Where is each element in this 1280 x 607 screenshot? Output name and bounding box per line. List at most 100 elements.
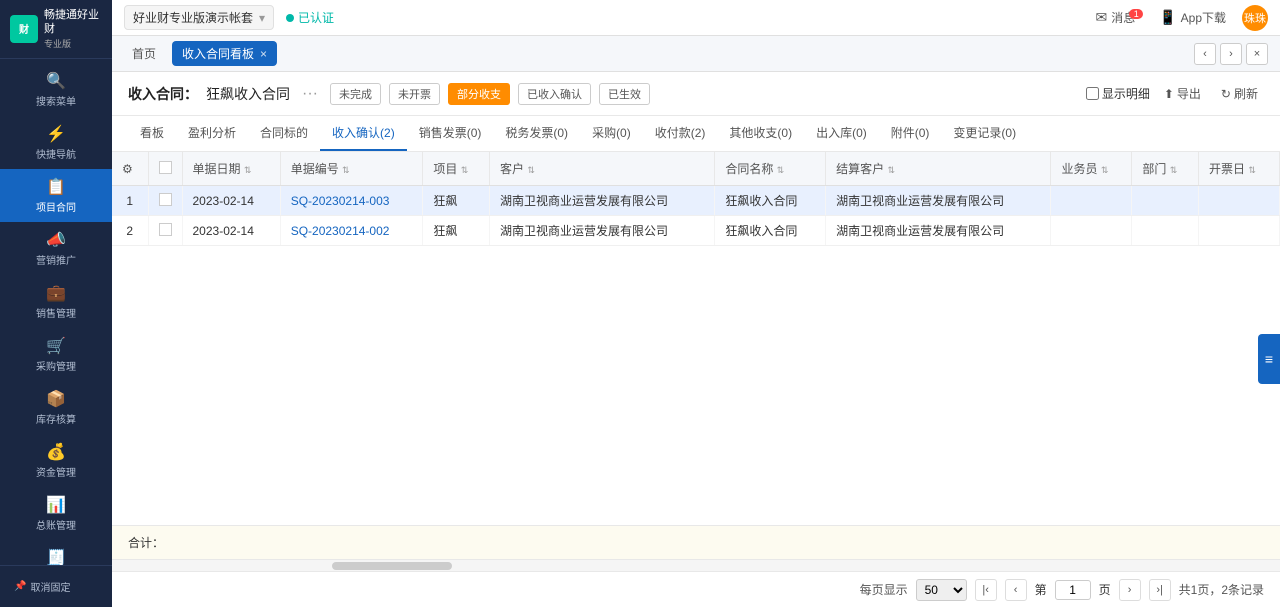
last-page-button[interactable]: ›| bbox=[1149, 579, 1171, 601]
row-code-link-2[interactable]: SQ-20230214-002 bbox=[291, 224, 390, 238]
row-code-1[interactable]: SQ-20230214-003 bbox=[280, 186, 423, 216]
row-checkbox-1[interactable] bbox=[148, 186, 182, 216]
dept-column-header[interactable]: 部门 ⇅ bbox=[1132, 152, 1199, 186]
per-page-select[interactable]: 50 100 200 bbox=[916, 579, 967, 601]
sidebar-item-sales[interactable]: 💼 销售管理 bbox=[0, 275, 112, 328]
first-page-button[interactable]: |‹ bbox=[975, 579, 997, 601]
date-column-header[interactable]: 单据日期 ⇅ bbox=[182, 152, 280, 186]
table-header-row: ⚙ 单据日期 ⇅ 单据编号 ⇅ bbox=[112, 152, 1280, 186]
close-tab-button[interactable]: × bbox=[260, 47, 267, 61]
refresh-button[interactable]: ↻ 刷新 bbox=[1215, 82, 1264, 105]
sidebar-item-project[interactable]: 📋 项目合同 bbox=[0, 169, 112, 222]
unpin-button[interactable]: 📌 取消固定 bbox=[8, 574, 104, 599]
sub-tab-kanban[interactable]: 看板 bbox=[128, 116, 176, 151]
sidebar-item-search[interactable]: 🔍 搜索菜单 bbox=[0, 63, 112, 116]
next-page-button[interactable]: › bbox=[1119, 579, 1141, 601]
logo-name: 畅捷通好业财 bbox=[44, 8, 102, 37]
home-tab[interactable]: 首页 bbox=[124, 45, 164, 62]
sub-tab-warehouse[interactable]: 出入库(0) bbox=[804, 116, 879, 151]
sidebar-item-finance[interactable]: 💰 资金管理 bbox=[0, 434, 112, 487]
purchase-icon: 🛒 bbox=[46, 336, 66, 356]
row-contract-1: 狂飙收入合同 bbox=[715, 186, 826, 216]
marketing-icon: 📣 bbox=[46, 230, 66, 250]
sub-tab-payment[interactable]: 收付款(2) bbox=[643, 116, 718, 151]
next-tab-button[interactable]: › bbox=[1220, 43, 1242, 65]
table-row[interactable]: 1 2023-02-14 SQ-20230214-003 狂飙 湖南卫视商业运营… bbox=[112, 186, 1280, 216]
prev-page-button[interactable]: ‹ bbox=[1005, 579, 1027, 601]
contract-column-header[interactable]: 合同名称 ⇅ bbox=[715, 152, 826, 186]
status-wkp-button[interactable]: 未开票 bbox=[389, 83, 440, 105]
settings-column-header[interactable]: ⚙ bbox=[112, 152, 148, 186]
horizontal-scrollbar[interactable] bbox=[112, 559, 1280, 571]
sub-tab-other[interactable]: 其他收支(0) bbox=[717, 116, 804, 151]
sidebar-item-invoice[interactable]: 🧾 发票管理 bbox=[0, 540, 112, 565]
sub-tab-changes[interactable]: 变更记录(0) bbox=[941, 116, 1028, 151]
sub-tab-sales-invoice[interactable]: 销售发票(0) bbox=[407, 116, 494, 151]
scrollbar-thumb[interactable] bbox=[332, 562, 452, 570]
sidebar-item-purchase[interactable]: 🛒 采购管理 bbox=[0, 328, 112, 381]
close-tab-nav-button[interactable]: × bbox=[1246, 43, 1268, 65]
salesman-column-header[interactable]: 业务员 ⇅ bbox=[1051, 152, 1132, 186]
row-customer-1: 湖南卫视商业运营发展有限公司 bbox=[490, 186, 715, 216]
sidebar-item-marketing-label: 营销推广 bbox=[36, 252, 76, 267]
page-title-name: 狂飙收入合同 bbox=[206, 84, 290, 104]
sub-tab-income-confirm[interactable]: 收入确认(2) bbox=[320, 116, 407, 151]
row-check-icon-1[interactable] bbox=[159, 193, 172, 206]
sidebar-item-finance-label: 资金管理 bbox=[36, 464, 76, 479]
sidebar-item-ledger[interactable]: 📊 总账管理 bbox=[0, 487, 112, 540]
row-index-1: 1 bbox=[112, 186, 148, 216]
sidebar-item-inventory-label: 库存核算 bbox=[36, 411, 76, 426]
show-detail-checkbox-input[interactable] bbox=[1086, 87, 1099, 100]
code-sort-icon: ⇅ bbox=[342, 165, 350, 175]
row-project-1: 狂飙 bbox=[423, 186, 490, 216]
settle-customer-column-header[interactable]: 结算客户 ⇅ bbox=[826, 152, 1051, 186]
code-column-header[interactable]: 单据编号 ⇅ bbox=[280, 152, 423, 186]
sub-tab-tax-invoice[interactable]: 税务发票(0) bbox=[493, 116, 580, 151]
table-row[interactable]: 2 2023-02-14 SQ-20230214-002 狂飙 湖南卫视商业运营… bbox=[112, 216, 1280, 246]
sub-tab-attachment[interactable]: 附件(0) bbox=[879, 116, 942, 151]
user-avatar[interactable]: 珠珠 bbox=[1242, 5, 1268, 31]
sub-tab-contract-target[interactable]: 合同标的 bbox=[248, 116, 320, 151]
sidebar: 财 畅捷通好业财 专业版 🔍 搜索菜单 ⚡ 快捷导航 📋 项目合同 📣 营销推广… bbox=[0, 0, 112, 607]
message-button[interactable]: ✉ 消息 1 bbox=[1095, 9, 1143, 26]
sidebar-item-quick[interactable]: ⚡ 快捷导航 bbox=[0, 116, 112, 169]
project-icon: 📋 bbox=[46, 177, 66, 197]
show-detail-toggle[interactable]: 显示明细 bbox=[1086, 85, 1150, 102]
company-selector[interactable]: 好业财专业版演示帐套 ▾ bbox=[124, 5, 274, 30]
sales-icon: 💼 bbox=[46, 283, 66, 303]
sidebar-item-sales-label: 销售管理 bbox=[36, 305, 76, 320]
opendate-column-label: 开票日 bbox=[1209, 162, 1245, 176]
inventory-icon: 📦 bbox=[46, 389, 66, 409]
customer-column-header[interactable]: 客户 ⇅ bbox=[490, 152, 715, 186]
row-check-icon-2[interactable] bbox=[159, 223, 172, 236]
row-checkbox-2[interactable] bbox=[148, 216, 182, 246]
export-button[interactable]: ⬆ 导出 bbox=[1158, 82, 1207, 105]
row-code-2[interactable]: SQ-20230214-002 bbox=[280, 216, 423, 246]
sidebar-item-ledger-label: 总账管理 bbox=[36, 517, 76, 532]
status-wc-button[interactable]: 未完成 bbox=[330, 83, 381, 105]
contract-sort-icon: ⇅ bbox=[777, 165, 785, 175]
sub-tab-profit[interactable]: 盈利分析 bbox=[176, 116, 248, 151]
sidebar-item-inventory[interactable]: 📦 库存核算 bbox=[0, 381, 112, 434]
app-download-label: App下载 bbox=[1181, 9, 1226, 26]
status-ysx-button[interactable]: 已生效 bbox=[599, 83, 650, 105]
table-container[interactable]: ⚙ 单据日期 ⇅ 单据编号 ⇅ bbox=[112, 152, 1280, 525]
topbar: 好业财专业版演示帐套 ▾ 已认证 ✉ 消息 1 📱 App下载 珠珠 bbox=[112, 0, 1280, 36]
sub-tab-purchase[interactable]: 采购(0) bbox=[580, 116, 643, 151]
status-ysrqr-button[interactable]: 已收入确认 bbox=[518, 83, 591, 105]
active-tab[interactable]: 收入合同看板 × bbox=[172, 41, 277, 66]
select-all-checkbox[interactable] bbox=[159, 161, 172, 174]
status-bfss-button[interactable]: 部分收支 bbox=[448, 83, 510, 105]
side-action-button[interactable]: ≡ bbox=[1258, 334, 1280, 384]
more-options-button[interactable]: ··· bbox=[298, 85, 322, 103]
prev-tab-button[interactable]: ‹ bbox=[1194, 43, 1216, 65]
app-download-button[interactable]: 📱 App下载 bbox=[1159, 9, 1226, 26]
pagination: 每页显示 50 100 200 |‹ ‹ 第 页 › ›| 共1页，2条记录 bbox=[112, 571, 1280, 607]
opendate-column-header[interactable]: 开票日 ⇅ bbox=[1199, 152, 1280, 186]
page-header: 收入合同： 狂飙收入合同 ··· 未完成 未开票 部分收支 已收入确认 已生效 … bbox=[112, 72, 1280, 116]
page-number-input[interactable] bbox=[1055, 580, 1091, 600]
date-sort-icon: ⇅ bbox=[244, 165, 252, 175]
sidebar-item-marketing[interactable]: 📣 营销推广 bbox=[0, 222, 112, 275]
row-code-link-1[interactable]: SQ-20230214-003 bbox=[291, 194, 390, 208]
project-column-header[interactable]: 项目 ⇅ bbox=[423, 152, 490, 186]
